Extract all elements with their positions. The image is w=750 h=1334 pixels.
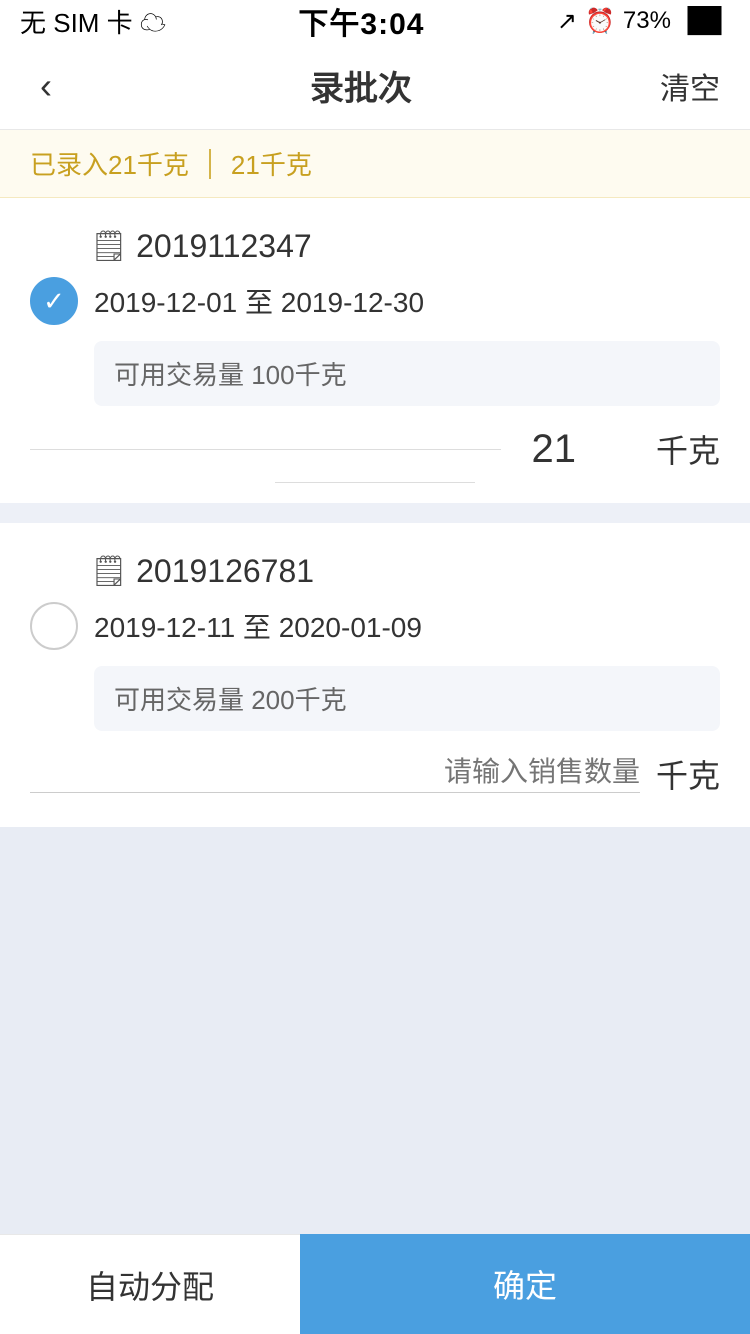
check-icon-1: ✓ — [43, 286, 65, 317]
status-time: 下午3:04 — [298, 0, 424, 43]
info-banner: 已录入21千克 21千克 — [0, 130, 750, 198]
content-area: 🗒 2019112347 ✓ 2019-12-01 至 2019-12-30 可… — [0, 198, 750, 1234]
banner-divider — [209, 149, 211, 179]
batch-available-1: 可用交易量 100千克 — [94, 341, 720, 406]
batch-id-text-2: 2019126781 — [136, 553, 314, 590]
batch-date-2: 2019-12-11 至 2020-01-09 — [94, 606, 422, 646]
status-left: 无 SIM 卡 ☁ — [20, 3, 166, 40]
battery-icon: ▐█▌ — [679, 7, 730, 35]
sim-text: 无 SIM 卡 ☁ — [20, 3, 166, 40]
batch-id-text-1: 2019112347 — [136, 228, 312, 265]
batch-id-icon-1: 🗒 — [90, 229, 128, 264]
alarm-icon: ⏰ — [585, 7, 615, 36]
gray-filler — [0, 827, 750, 1234]
back-button[interactable]: ‹ — [30, 55, 62, 117]
radio-1[interactable]: ✓ — [30, 277, 78, 325]
batch-id-icon-2: 🗒 — [90, 554, 128, 589]
batch-available-2: 可用交易量 200千克 — [94, 666, 720, 731]
batch-date-1: 2019-12-01 至 2019-12-30 — [94, 281, 424, 321]
sales-quantity-input[interactable] — [30, 756, 640, 788]
bottom-bar: 自动分配 确定 — [0, 1234, 750, 1334]
nav-bar: ‹ 录批次 清空 — [0, 42, 750, 130]
page-title: 录批次 — [310, 61, 412, 110]
quantity-value-1: 21 — [531, 427, 576, 472]
batch-item-1: 🗒 2019112347 ✓ 2019-12-01 至 2019-12-30 可… — [0, 198, 750, 503]
recorded-label: 已录入21千克 — [30, 145, 189, 182]
auto-distribute-button[interactable]: 自动分配 — [0, 1234, 300, 1334]
input-unit-2: 千克 — [656, 751, 720, 797]
confirm-button[interactable]: 确定 — [300, 1234, 750, 1334]
section-gap — [0, 503, 750, 523]
radio-2[interactable] — [30, 602, 78, 650]
quantity-unit-1: 千克 — [656, 426, 720, 472]
battery-text: 73% — [623, 7, 671, 35]
status-bar: 无 SIM 卡 ☁ 下午3:04 ↗ ⏰ 73% ▐█▌ — [0, 0, 750, 42]
status-right: ↗ ⏰ 73% ▐█▌ — [557, 7, 730, 36]
clear-button[interactable]: 清空 — [660, 64, 720, 108]
batch-item-2: 🗒 2019126781 2019-12-11 至 2020-01-09 可用交… — [0, 523, 750, 827]
recorded-value: 21千克 — [231, 145, 312, 182]
location-icon: ↗ — [557, 7, 577, 36]
